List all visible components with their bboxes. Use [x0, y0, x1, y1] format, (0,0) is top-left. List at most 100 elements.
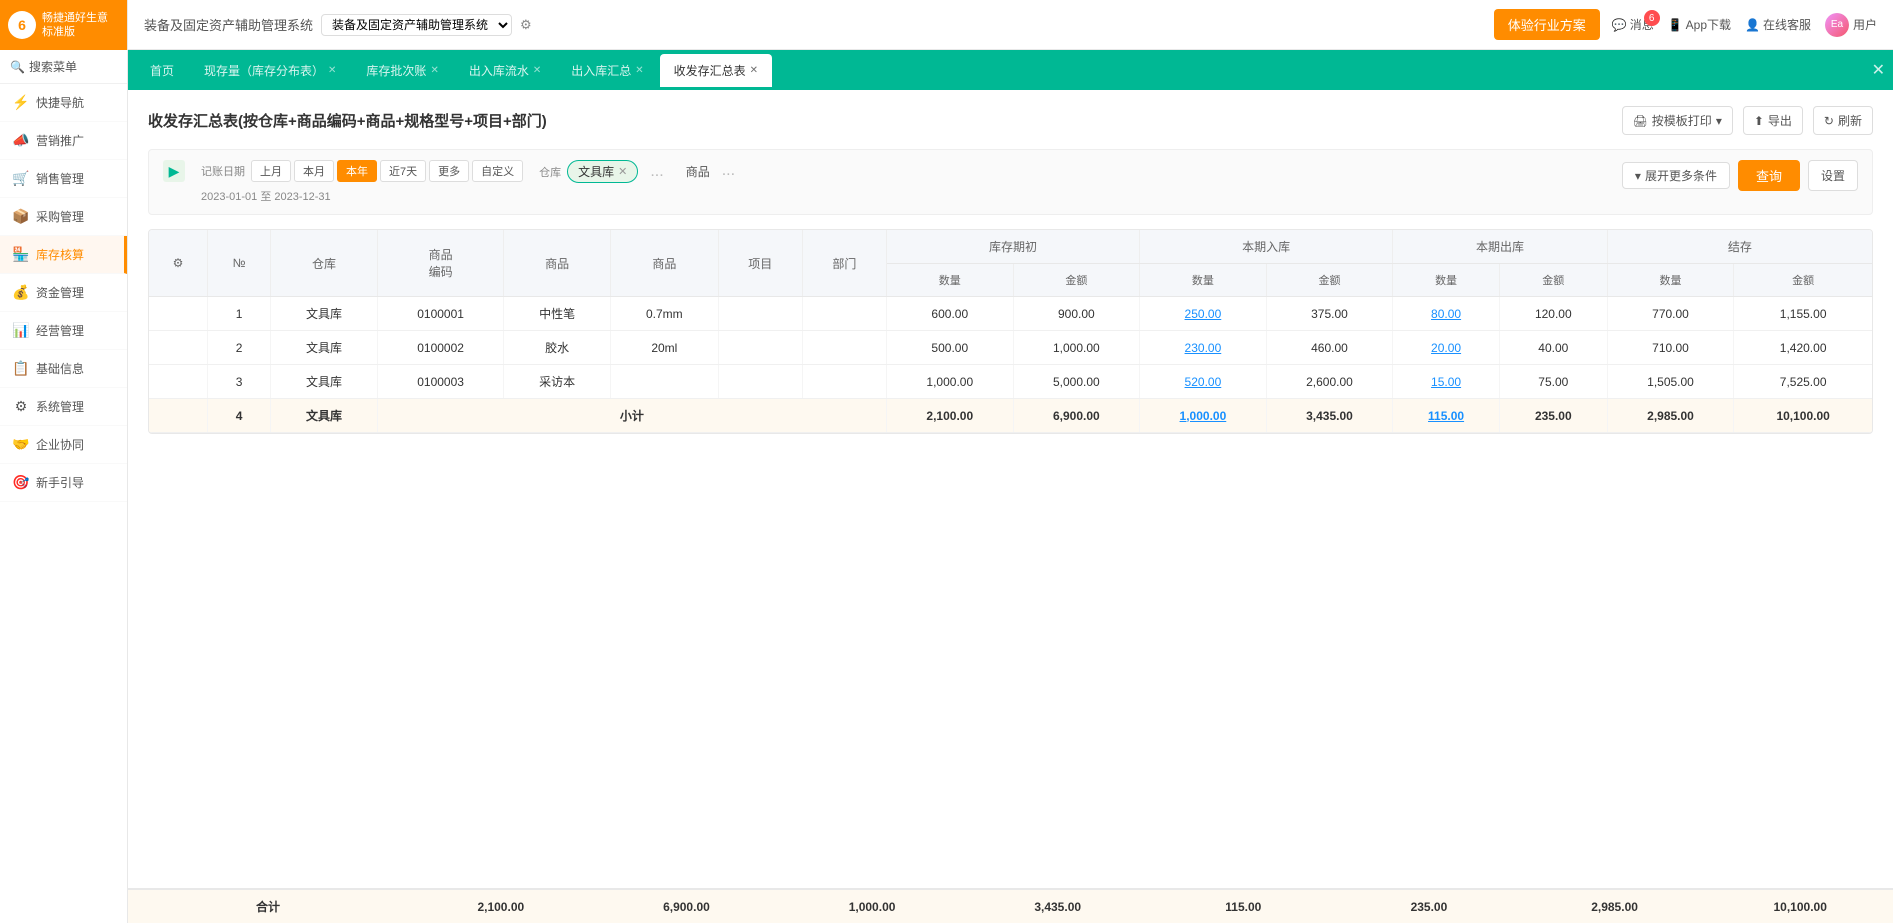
- row2-out-amt: 40.00: [1499, 331, 1607, 365]
- total-opening-qty: 2,100.00: [408, 900, 594, 914]
- filter-toggle-btn[interactable]: ▶: [163, 160, 185, 182]
- total-out-qty: 115.00: [1151, 900, 1337, 914]
- tab-close-inout-summary[interactable]: ✕: [635, 65, 643, 76]
- subtotal-in-qty[interactable]: 1,000.00: [1140, 399, 1267, 433]
- sidebar-item-guide[interactable]: 🎯 新手引导: [0, 464, 127, 502]
- row3-balance-qty: 1,505.00: [1607, 365, 1734, 399]
- sidebar-item-operations[interactable]: 📊 经营管理: [0, 312, 127, 350]
- tab-home[interactable]: 首页: [136, 54, 188, 87]
- purchase-icon: 📦: [12, 208, 30, 225]
- print-icon: 🖨: [1633, 114, 1648, 128]
- sidebar-item-basic[interactable]: 📋 基础信息: [0, 350, 127, 388]
- sidebar-item-system[interactable]: ⚙ 系统管理: [0, 388, 127, 426]
- top-bar-actions: 体验行业方案: [1494, 9, 1600, 40]
- subtotal-in-amt: 3,435.00: [1266, 399, 1393, 433]
- tab-inout-summary[interactable]: 出入库汇总 ✕: [557, 54, 657, 87]
- settings-icon[interactable]: ⚙: [520, 17, 532, 33]
- date-btn-last-month[interactable]: 上月: [251, 160, 291, 182]
- row1-in-amt: 375.00: [1266, 297, 1393, 331]
- tab-close-recv-send[interactable]: ✕: [750, 65, 758, 76]
- marketing-icon: 📣: [12, 132, 30, 149]
- refresh-icon: ↻: [1824, 114, 1834, 128]
- sidebar-item-cooperation[interactable]: 🤝 企业协同: [0, 426, 127, 464]
- row3-in-qty[interactable]: 520.00: [1140, 365, 1267, 399]
- logo-icon: 6: [8, 11, 36, 39]
- table-row: 2 文具库 0100002 胶水 20ml 500.00 1,000.00 23…: [149, 331, 1872, 365]
- tab-recv-send-summary[interactable]: 收发存汇总表 ✕: [660, 54, 772, 87]
- subtotal-warehouse: 文具库: [271, 399, 378, 433]
- sidebar-item-finance[interactable]: 💰 资金管理: [0, 274, 127, 312]
- row2-product-code: 0100002: [377, 331, 504, 365]
- sidebar-item-purchase[interactable]: 📦 采购管理: [0, 198, 127, 236]
- row1-in-qty[interactable]: 250.00: [1140, 297, 1267, 331]
- warehouse-more[interactable]: ...: [644, 161, 669, 183]
- app-download-item[interactable]: 📱 App下载: [1668, 16, 1731, 33]
- total-footer: 合计 2,100.00 6,900.00 1,000.00 3,435.00 1…: [128, 888, 1893, 923]
- subtotal-out-qty[interactable]: 115.00: [1393, 399, 1500, 433]
- warehouse-tag-close[interactable]: ✕: [618, 165, 627, 178]
- table-row: 3 文具库 0100003 采访本 1,000.00 5,000.00 520.…: [149, 365, 1872, 399]
- warehouse-tag[interactable]: 文具库 ✕: [567, 160, 638, 183]
- sidebar-item-marketing[interactable]: 📣 营销推广: [0, 122, 127, 160]
- product-more[interactable]: ...: [716, 160, 741, 182]
- th-warehouse: 仓库: [271, 230, 378, 297]
- row1-out-qty[interactable]: 80.00: [1393, 297, 1500, 331]
- sidebar-item-sales[interactable]: 🛒 销售管理: [0, 160, 127, 198]
- sidebar-item-inventory[interactable]: 🏪 库存核算: [0, 236, 127, 274]
- date-btn-this-year[interactable]: 本年: [337, 160, 377, 182]
- tab-stock-dist[interactable]: 现存量（库存分布表） ✕: [190, 54, 350, 87]
- th-group-balance: 结存: [1607, 230, 1872, 264]
- row2-out-qty[interactable]: 20.00: [1393, 331, 1500, 365]
- system-selector[interactable]: 装备及固定资产辅助管理系统: [321, 14, 512, 36]
- date-btn-this-month[interactable]: 本月: [294, 160, 334, 182]
- expand-conditions-btn[interactable]: ▾ 展开更多条件: [1622, 162, 1730, 189]
- th-settings[interactable]: ⚙: [149, 230, 207, 297]
- tab-bar: 首页 现存量（库存分布表） ✕ 库存批次账 ✕ 出入库流水 ✕ 出入库汇总 ✕ …: [128, 50, 1893, 90]
- warehouse-filter-label: 仓库: [539, 164, 561, 180]
- row2-no: 2: [207, 331, 270, 365]
- date-btn-7days[interactable]: 近7天: [380, 160, 426, 182]
- row2-in-amt: 460.00: [1266, 331, 1393, 365]
- date-btn-custom[interactable]: 自定义: [472, 160, 523, 182]
- subtotal-opening-qty: 2,100.00: [887, 399, 1014, 433]
- row1-product-code: 0100001: [377, 297, 504, 331]
- top-bar-icons: 💬 消息 6 📱 App下载 👤 在线客服 Ea 用户: [1612, 13, 1877, 37]
- message-item[interactable]: 💬 消息 6: [1612, 16, 1654, 33]
- filter-bar: ▶ 记账日期 上月 本月 本年 近7天 更多 自定义: [148, 149, 1873, 215]
- settings-btn[interactable]: 设置: [1808, 160, 1858, 191]
- th-department: 部门: [802, 230, 886, 297]
- inventory-icon: 🏪: [12, 246, 30, 263]
- th-in-amt: 金额: [1266, 264, 1393, 297]
- th-group-out: 本期出库: [1393, 230, 1607, 264]
- query-btn[interactable]: 查询: [1738, 160, 1800, 191]
- th-balance-amt: 金额: [1734, 264, 1872, 297]
- row2-in-qty[interactable]: 230.00: [1140, 331, 1267, 365]
- tab-close-batch[interactable]: ✕: [430, 65, 438, 76]
- guide-icon: 🎯: [12, 474, 30, 491]
- row3-product-code: 0100003: [377, 365, 504, 399]
- refresh-btn[interactable]: ↻ 刷新: [1813, 106, 1873, 135]
- row3-out-qty[interactable]: 15.00: [1393, 365, 1500, 399]
- message-badge: 6: [1644, 10, 1660, 26]
- row3-opening-amt: 5,000.00: [1013, 365, 1140, 399]
- date-btn-group: 上月 本月 本年 近7天 更多 自定义: [251, 160, 523, 182]
- date-filter-row: 记账日期 上月 本月 本年 近7天 更多 自定义: [201, 160, 523, 182]
- date-btn-more[interactable]: 更多: [429, 160, 469, 182]
- tab-bar-close[interactable]: ✕: [1872, 60, 1885, 80]
- filter-actions: ▾ 展开更多条件 查询 设置: [1622, 160, 1858, 191]
- tab-batch[interactable]: 库存批次账 ✕: [352, 54, 452, 87]
- search-menu[interactable]: 🔍 搜索菜单: [0, 50, 127, 84]
- experience-btn[interactable]: 体验行业方案: [1494, 9, 1600, 40]
- row2-settings: [149, 331, 207, 365]
- user-area[interactable]: Ea 用户: [1825, 13, 1877, 37]
- sidebar: 6 畅捷通好生意 标准版 🔍 搜索菜单 ⚡ 快捷导航 📣 营销推广 🛒 销售管理: [0, 0, 128, 923]
- tab-inout-flow[interactable]: 出入库流水 ✕: [455, 54, 555, 87]
- export-btn[interactable]: ⬆ 导出: [1743, 106, 1803, 135]
- print-btn[interactable]: 🖨 按模板打印 ▾: [1622, 106, 1733, 135]
- row1-out-amt: 120.00: [1499, 297, 1607, 331]
- sidebar-item-quick-nav[interactable]: ⚡ 快捷导航: [0, 84, 127, 122]
- tab-close-inout-flow[interactable]: ✕: [533, 65, 541, 76]
- online-service-item[interactable]: 👤 在线客服: [1745, 16, 1811, 33]
- tab-close-stock-dist[interactable]: ✕: [328, 65, 336, 76]
- row2-balance-amt: 1,420.00: [1734, 331, 1872, 365]
